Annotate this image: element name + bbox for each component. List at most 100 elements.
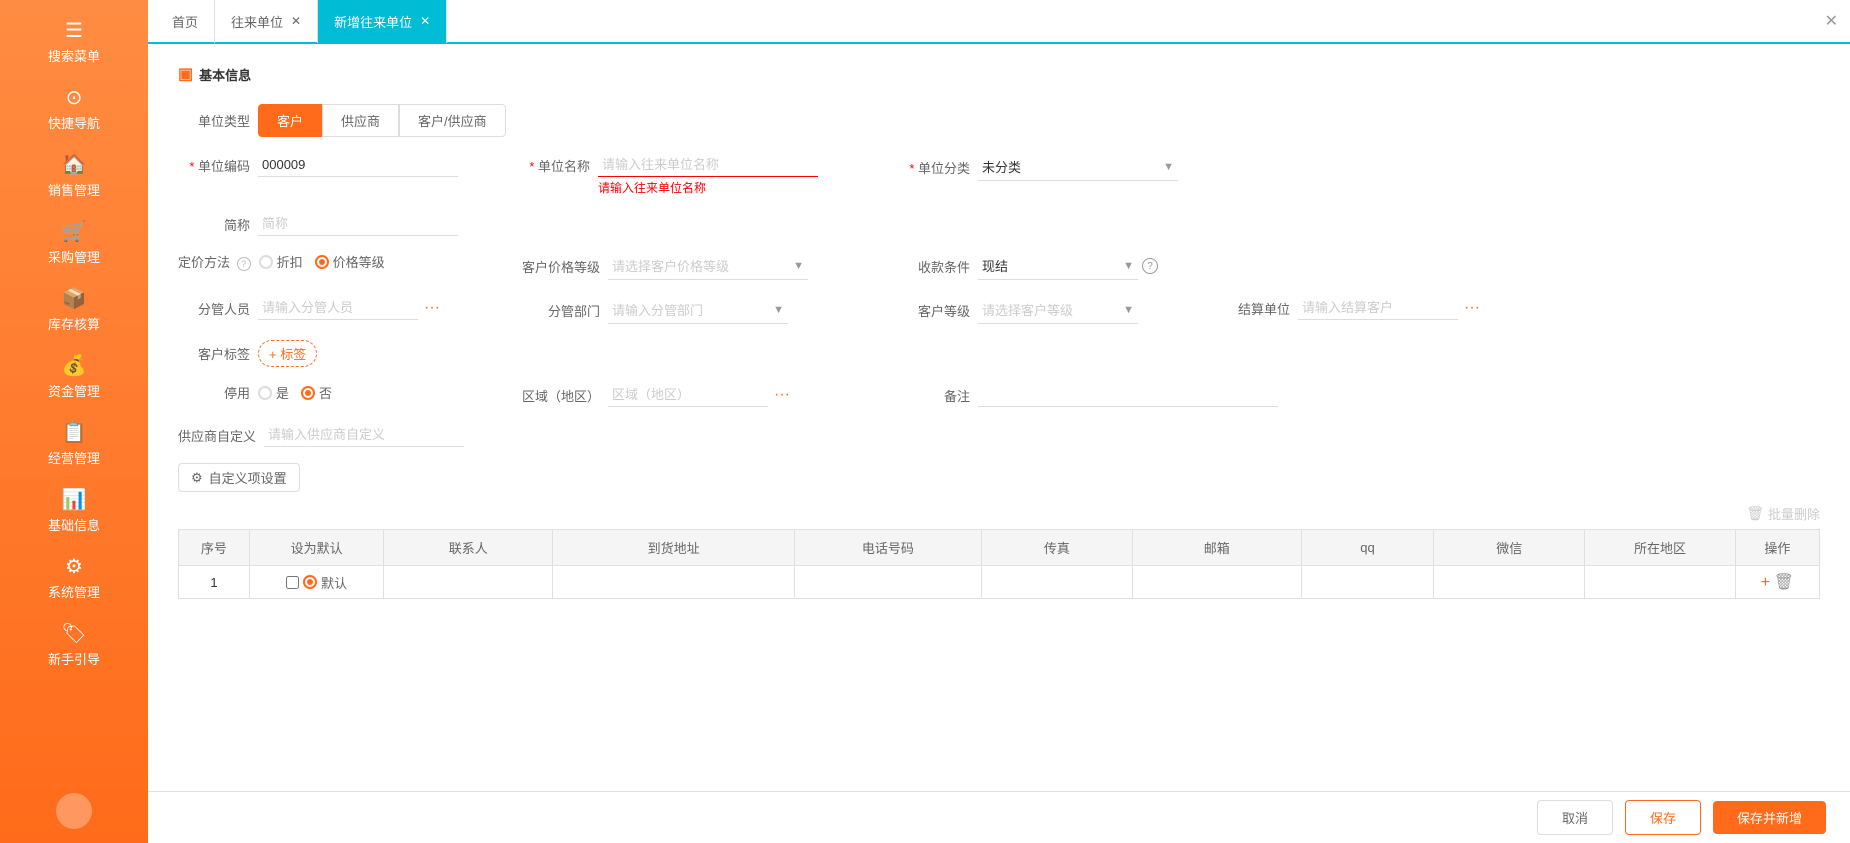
sidebar-item-search[interactable]: ☰ 搜索菜单	[0, 8, 148, 75]
disabled-no-label: 否	[319, 383, 332, 402]
col-contact: 联系人	[384, 530, 553, 566]
manager-group: 分管人员 ···	[178, 296, 518, 320]
email-input[interactable]	[1177, 575, 1257, 590]
manager-more-btn[interactable]: ···	[424, 299, 440, 317]
save-button[interactable]: 保存	[1625, 800, 1701, 835]
remark-label: 备注	[898, 386, 978, 405]
unit-type-btn-group: 客户 供应商 客户/供应商	[258, 104, 506, 137]
unit-category-select[interactable]: 未分类 ▼	[978, 153, 1178, 181]
region-more-btn[interactable]: ···	[774, 386, 790, 404]
disabled-label: 停用	[178, 383, 258, 402]
default-radio[interactable]: 默认	[303, 573, 347, 592]
sidebar-item-quicknav[interactable]: ⊙ 快捷导航	[0, 75, 148, 142]
cell-qq[interactable]	[1301, 566, 1434, 599]
sidebar-item-inventory[interactable]: 📦 库存核算	[0, 276, 148, 343]
sidebar-item-operations[interactable]: 📋 经营管理	[0, 410, 148, 477]
sidebar-item-sales[interactable]: 🏠 销售管理	[0, 142, 148, 209]
cell-default: 默认	[249, 566, 383, 599]
tab-partner-close[interactable]: ✕	[291, 14, 301, 28]
wechat-input[interactable]	[1474, 575, 1544, 590]
col-seq: 序号	[179, 530, 250, 566]
sidebar-item-search-label: 搜索菜单	[48, 46, 100, 65]
tab-partner[interactable]: 往来单位 ✕	[215, 0, 318, 43]
row-delete-btn[interactable]: 🗑	[1774, 572, 1794, 592]
unit-code-input[interactable]	[258, 153, 458, 177]
save-and-add-button[interactable]: 保存并新增	[1713, 801, 1826, 834]
custom-settings-button[interactable]: ⚙ 自定义项设置	[178, 463, 300, 492]
fax-input[interactable]	[1022, 575, 1092, 590]
contacts-table: 序号 设为默认 联系人 到货地址 电话号码 传真 邮箱 qq 微信 所在地区 操…	[178, 529, 1820, 599]
window-close-button[interactable]: ✕	[1825, 11, 1838, 31]
payment-terms-info-icon[interactable]: ?	[1142, 258, 1158, 274]
supplier-custom-input[interactable]	[264, 423, 464, 447]
sidebar: ☰ 搜索菜单 ⊙ 快捷导航 🏠 销售管理 🛒 采购管理 📦 库存核算 💰 资金管…	[0, 0, 148, 843]
cancel-button[interactable]: 取消	[1537, 800, 1613, 835]
sidebar-item-system[interactable]: ⚙ 系统管理	[0, 544, 148, 611]
dept-select[interactable]: 请输入分管部门 ▼	[608, 296, 788, 324]
settlement-unit-more-btn[interactable]: ···	[1464, 299, 1480, 317]
main-area: 首页 往来单位 ✕ 新增往来单位 ✕ ✕ ▣ 基本信息 单位类型 客户 供应商 …	[148, 0, 1850, 843]
cell-fax[interactable]	[981, 566, 1132, 599]
cell-address[interactable]	[553, 566, 795, 599]
address-input[interactable]	[614, 575, 734, 590]
remark-group: 备注	[898, 383, 1820, 407]
unit-category-group: * 单位分类 未分类 ▼	[898, 153, 1820, 181]
tag-add-button[interactable]: + 标签	[258, 340, 317, 367]
unit-type-supplier-btn[interactable]: 供应商	[322, 104, 399, 137]
batch-delete-label[interactable]: 批量删除	[1768, 504, 1820, 523]
row-add-btn[interactable]: +	[1761, 574, 1770, 592]
phone-input[interactable]	[843, 575, 933, 590]
sidebar-item-finance-label: 资金管理	[48, 381, 100, 400]
unit-name-input[interactable]	[598, 153, 818, 177]
short-name-input[interactable]	[258, 212, 458, 236]
cell-email[interactable]	[1132, 566, 1301, 599]
sidebar-item-operations-label: 经营管理	[48, 448, 100, 467]
user-avatar[interactable]	[56, 793, 92, 829]
sidebar-item-finance[interactable]: 💰 资金管理	[0, 343, 148, 410]
region-input[interactable]	[608, 383, 768, 407]
default-checkbox[interactable]	[286, 576, 299, 589]
cell-phone[interactable]	[794, 566, 981, 599]
col-fax: 传真	[981, 530, 1132, 566]
tab-new-partner-label: 新增往来单位	[334, 12, 412, 31]
settlement-unit-group: 结算单位 ···	[1218, 296, 1820, 320]
inventory-icon: 📦	[62, 286, 87, 311]
contact-input[interactable]	[428, 575, 508, 590]
sidebar-item-basic[interactable]: 📊 基础信息	[0, 477, 148, 544]
unit-category-arrow: ▼	[1163, 161, 1174, 173]
remark-input[interactable]	[978, 383, 1278, 407]
cell-region[interactable]	[1585, 566, 1736, 599]
region-table-input[interactable]	[1625, 575, 1695, 590]
disabled-group: 停用 是 否	[178, 383, 518, 402]
unit-type-customer-btn[interactable]: 客户	[258, 104, 322, 137]
pricing-help-icon[interactable]: ?	[237, 257, 251, 271]
cell-wechat[interactable]	[1434, 566, 1585, 599]
manager-input[interactable]	[258, 296, 418, 320]
sidebar-item-sales-label: 销售管理	[48, 180, 100, 199]
supplier-custom-row: 供应商自定义	[178, 423, 1820, 447]
qq-input[interactable]	[1338, 575, 1398, 590]
customer-price-level-select[interactable]: 请选择客户价格等级 ▼	[608, 252, 808, 280]
payment-terms-select[interactable]: 现结 ▼	[978, 252, 1138, 280]
table-header: 序号 设为默认 联系人 到货地址 电话号码 传真 邮箱 qq 微信 所在地区 操…	[179, 530, 1820, 566]
settlement-unit-input[interactable]	[1298, 296, 1458, 320]
tab-new-partner[interactable]: 新增往来单位 ✕	[318, 0, 447, 43]
cell-contact[interactable]	[384, 566, 553, 599]
tab-new-partner-close[interactable]: ✕	[420, 14, 430, 28]
col-qq: qq	[1301, 530, 1434, 566]
pricing-level-radio[interactable]: 价格等级	[315, 252, 385, 271]
batch-delete-area: 🗑 批量删除	[178, 504, 1820, 523]
sidebar-item-guide[interactable]: 🏷 新手引导	[0, 611, 148, 678]
pricing-radio-group: 折扣 价格等级	[259, 252, 385, 271]
pricing-discount-radio[interactable]: 折扣	[259, 252, 303, 271]
sidebar-item-basic-label: 基础信息	[48, 515, 100, 534]
customer-tag-row: 客户标签 + 标签	[178, 340, 1820, 367]
customer-level-select[interactable]: 请选择客户等级 ▼	[978, 296, 1138, 324]
disabled-yes-radio[interactable]: 是	[258, 383, 289, 402]
sidebar-item-purchase[interactable]: 🛒 采购管理	[0, 209, 148, 276]
tab-home[interactable]: 首页	[156, 0, 215, 43]
unit-type-both-btn[interactable]: 客户/供应商	[399, 104, 506, 137]
disabled-no-radio[interactable]: 否	[301, 383, 332, 402]
form-content: ▣ 基本信息 单位类型 客户 供应商 客户/供应商 * 单位编码	[148, 44, 1850, 791]
manager-label: 分管人员	[178, 299, 258, 318]
